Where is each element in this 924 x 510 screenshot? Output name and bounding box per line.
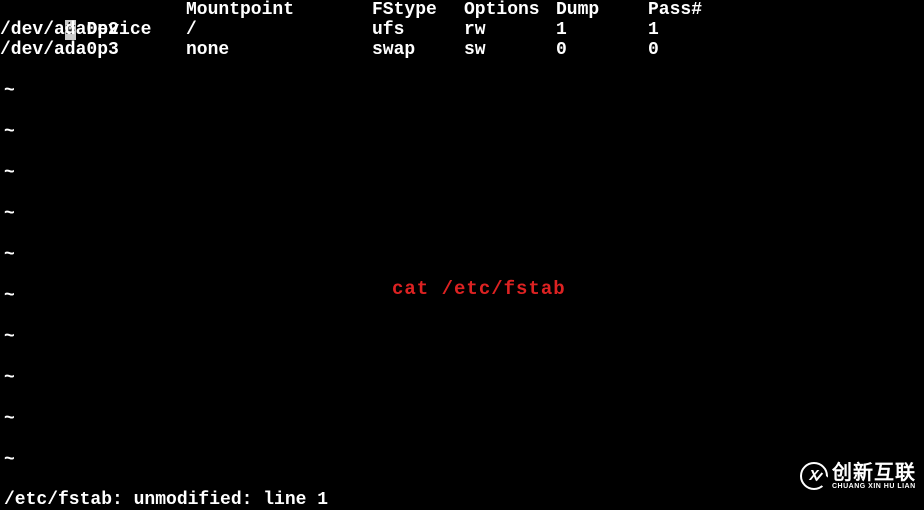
col-header-fstype: FStype (372, 0, 464, 20)
fstab-header-row: # Device Mountpoint FStype Options Dump … (0, 0, 924, 20)
empty-line-tilde (0, 388, 924, 409)
cell-pass: 1 (648, 20, 924, 40)
empty-line-tilde: ~ (0, 409, 924, 430)
cell-device: /dev/ada0p2 (0, 20, 186, 40)
col-header-mountpoint: Mountpoint (186, 0, 372, 20)
terminal-window[interactable]: # Device Mountpoint FStype Options Dump … (0, 0, 924, 510)
logo-text-cn: 创新互联 (832, 463, 916, 483)
cell-options: rw (464, 20, 556, 40)
empty-line-tilde: ~ (0, 450, 924, 471)
empty-line-tilde (0, 429, 924, 450)
cell-options: sw (464, 40, 556, 60)
empty-line-tilde (0, 60, 924, 81)
col-header-dump: Dump (556, 0, 648, 20)
vi-status-line: /etc/fstab: unmodified: line 1 (4, 490, 328, 510)
empty-line-tilde: ~ (0, 163, 924, 184)
cell-fstype: ufs (372, 20, 464, 40)
empty-line-tilde: ~ (0, 327, 924, 348)
watermark-logo: X 创新互联 CHUANG XIN HU LIAN (800, 462, 916, 490)
cell-pass: 0 (648, 40, 924, 60)
empty-line-tilde (0, 142, 924, 163)
cell-mountpoint: none (186, 40, 372, 60)
cell-dump: 0 (556, 40, 648, 60)
col-header-options: Options (464, 0, 556, 20)
logo-text-en: CHUANG XIN HU LIAN (832, 483, 916, 490)
col-header-pass: Pass# (648, 0, 924, 20)
fstab-row: /dev/ada0p3 none swap sw 0 0 (0, 40, 924, 60)
empty-line-tilde (0, 101, 924, 122)
empty-line-tilde (0, 306, 924, 327)
cell-mountpoint: / (186, 20, 372, 40)
cell-fstype: swap (372, 40, 464, 60)
empty-line-tilde (0, 183, 924, 204)
empty-line-tilde: ~ (0, 81, 924, 102)
logo-icon: X (800, 462, 828, 490)
empty-line-tilde: ~ (0, 122, 924, 143)
cell-device: /dev/ada0p3 (0, 40, 186, 60)
empty-line-tilde: ~ (0, 204, 924, 225)
empty-line-tilde: ~ (0, 245, 924, 266)
overlay-annotation: cat /etc/fstab (392, 278, 566, 300)
empty-line-tilde (0, 347, 924, 368)
fstab-row: /dev/ada0p2 / ufs rw 1 1 (0, 20, 924, 40)
empty-line-tilde: ~ (0, 368, 924, 389)
empty-line-tilde (0, 224, 924, 245)
cell-dump: 1 (556, 20, 648, 40)
